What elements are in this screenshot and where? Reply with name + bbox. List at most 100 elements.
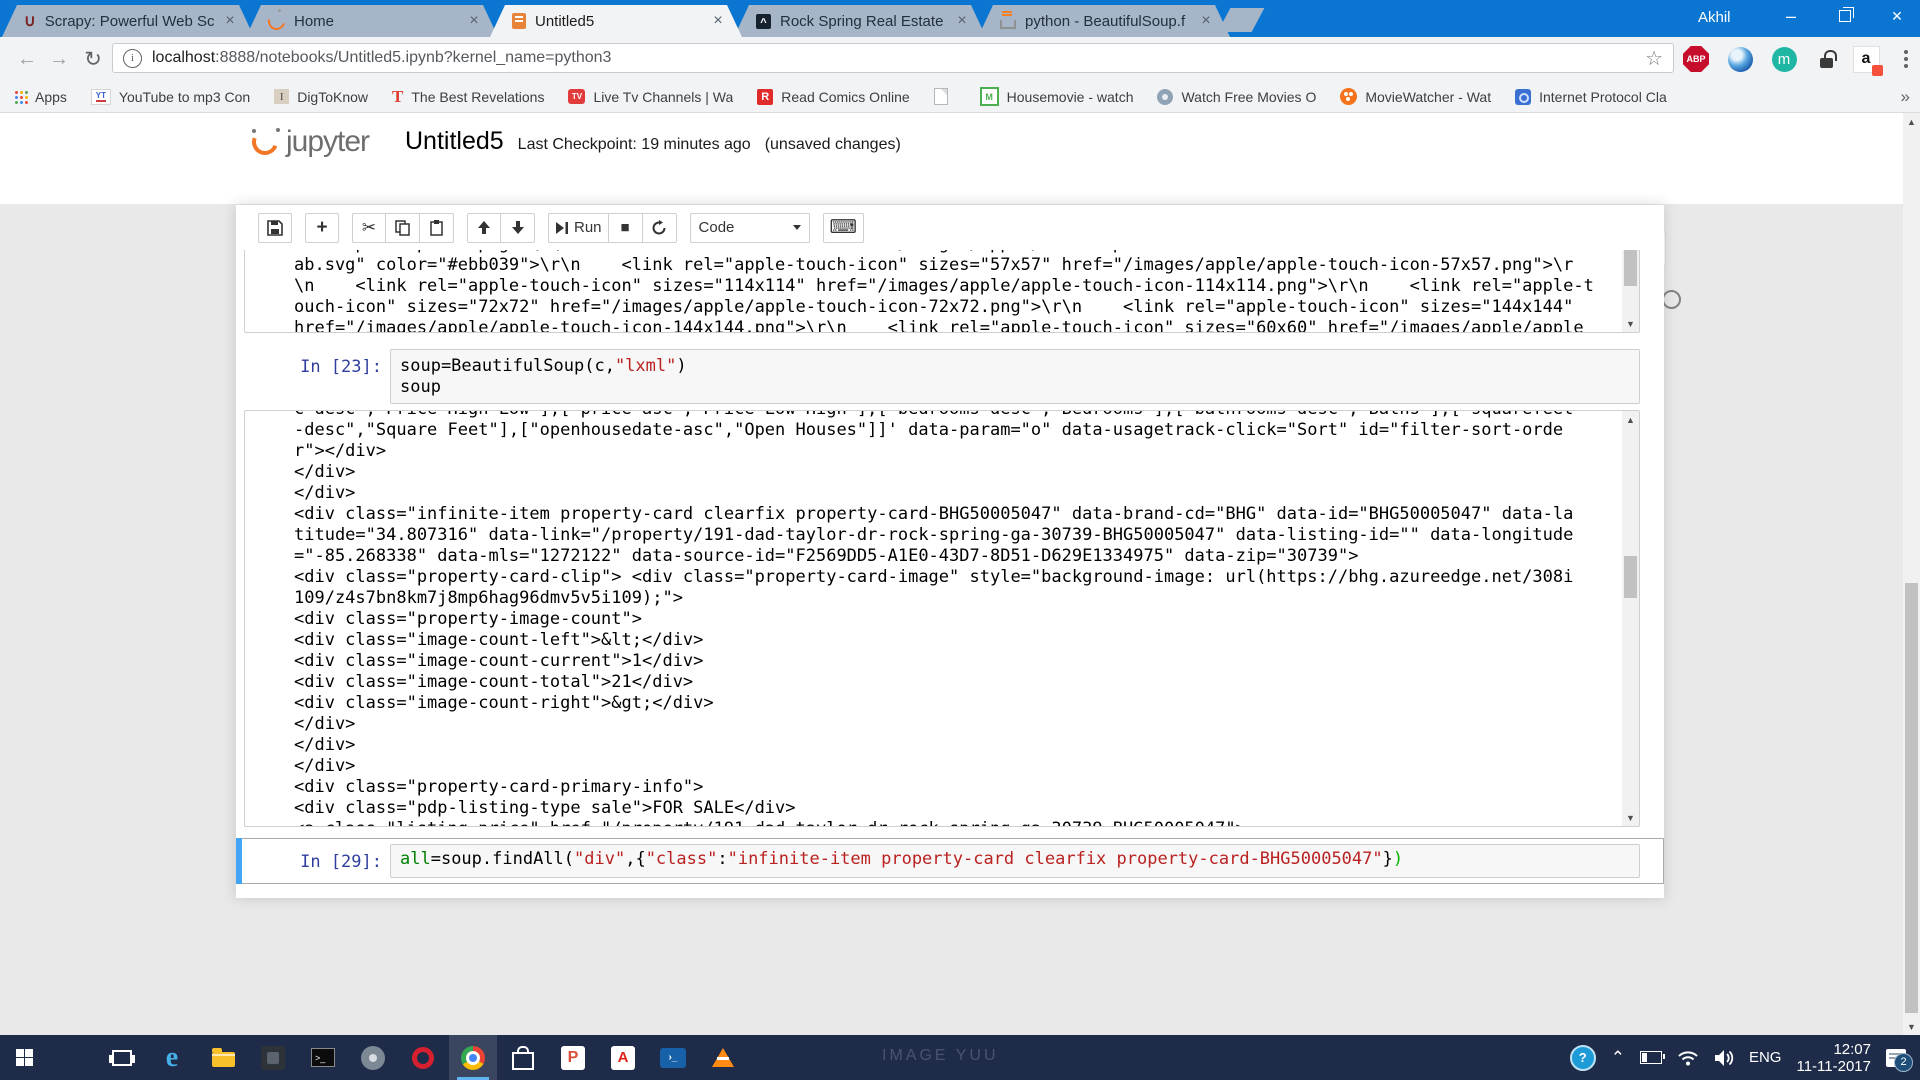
notification-center-button[interactable]: 2 <box>1886 1048 1913 1072</box>
add-cell-button[interactable] <box>305 212 339 243</box>
chrome-button[interactable] <box>449 1035 497 1080</box>
output-text: c-desc","Price High Low"],["price-asc","… <box>294 411 1574 826</box>
browser-profile-name[interactable]: Akhil <box>1698 9 1731 26</box>
close-tab-icon[interactable] <box>952 11 972 31</box>
amazon-assistant-icon[interactable] <box>1852 45 1883 76</box>
close-tab-icon[interactable] <box>1196 11 1216 31</box>
speaker-icon[interactable] <box>1714 1049 1734 1067</box>
jupyter-planet-icon <box>250 127 280 157</box>
pinned-app-button-2[interactable] <box>349 1035 397 1080</box>
new-tab-button[interactable] <box>1217 8 1265 32</box>
scroll-down-icon[interactable]: ▼ <box>1622 809 1639 826</box>
cortana-button[interactable] <box>49 1035 97 1080</box>
tab-stackoverflow[interactable]: python - BeautifulSoup.f <box>978 5 1230 37</box>
bookmark-youtube-mp3[interactable]: YouTube to mp3 Con <box>90 88 250 105</box>
bookmark-best-revelations[interactable]: The Best Revelations <box>392 87 544 107</box>
minimize-button[interactable] <box>1768 0 1814 32</box>
selected-cell-bar <box>236 838 242 884</box>
bookmark-moviewatcher[interactable]: MovieWatcher - Wat <box>1340 88 1491 105</box>
code-cell-23[interactable]: soup=BeautifulSoup(c,"lxml") soup <box>390 349 1640 404</box>
scroll-up-icon[interactable]: ▲ <box>1903 113 1920 130</box>
help-icon[interactable] <box>1569 1044 1596 1071</box>
restore-button[interactable] <box>1822 0 1868 32</box>
output-scrollbar[interactable]: ▲ ▼ <box>1622 411 1639 826</box>
tab-home[interactable]: Home <box>246 5 498 37</box>
torch-extension-icon[interactable] <box>1726 45 1754 73</box>
cell-type-dropdown[interactable]: Code <box>689 212 810 243</box>
adblock-extension-icon[interactable] <box>1682 45 1710 73</box>
forward-button[interactable] <box>44 45 74 73</box>
revelations-icon <box>392 87 403 107</box>
clock[interactable]: 12:07 11-11-2017 <box>1796 1041 1871 1075</box>
close-window-button[interactable] <box>1874 0 1920 32</box>
command-prompt-button[interactable] <box>299 1035 347 1080</box>
apps-shortcut[interactable]: Apps <box>14 89 67 105</box>
bookmark-watch-free-movies[interactable]: Watch Free Movies O <box>1157 88 1316 105</box>
address-bar[interactable]: localhost :8888/notebooks/Untitled5.ipyn… <box>112 43 1674 73</box>
scrollbar-thumb[interactable] <box>1624 248 1637 286</box>
copy-cell-button[interactable] <box>386 212 420 243</box>
acrobat-button[interactable] <box>599 1035 647 1080</box>
close-tab-icon[interactable] <box>464 11 484 31</box>
cut-cell-button[interactable] <box>352 212 386 243</box>
close-tab-icon[interactable] <box>708 11 728 31</box>
start-button[interactable] <box>0 1035 48 1080</box>
chrome-menu-icon[interactable] <box>1892 45 1920 73</box>
task-view-button[interactable] <box>98 1035 146 1080</box>
reload-button[interactable] <box>78 45 108 73</box>
tab-untitled5[interactable]: Untitled5 <box>490 5 742 37</box>
move-cell-down-button[interactable] <box>501 212 535 243</box>
page-info-icon[interactable] <box>123 48 142 68</box>
code-cell-29[interactable]: all=soup.findAll("div",{"class":"infinit… <box>390 844 1640 878</box>
store-button[interactable] <box>499 1035 547 1080</box>
close-tab-icon[interactable] <box>220 11 240 31</box>
bookmarks-overflow-icon[interactable] <box>1901 87 1910 107</box>
input-prompt-29: In [29]: <box>300 852 382 872</box>
powerpoint-button[interactable] <box>549 1035 597 1080</box>
jupyter-logo[interactable]: jupyter <box>250 125 370 159</box>
bookmark-live-tv[interactable]: Live Tv Channels | Wa <box>568 89 733 105</box>
chrome-icon <box>461 1045 485 1070</box>
wifi-icon[interactable] <box>1677 1049 1699 1067</box>
output-scrollbar[interactable]: ▼ <box>1622 248 1639 332</box>
bookmark-internet-protocol[interactable]: Internet Protocol Cla <box>1515 88 1667 105</box>
powerpoint-icon <box>561 1045 585 1070</box>
tray-expand-icon[interactable] <box>1611 1048 1625 1068</box>
edge-button[interactable] <box>148 1035 196 1080</box>
page-icon <box>933 88 948 105</box>
digtoknow-icon <box>274 89 290 104</box>
scroll-down-icon[interactable]: ▼ <box>1622 315 1639 332</box>
pinned-app-button-1[interactable] <box>249 1035 297 1080</box>
page-scrollbar[interactable]: ▲ ▼ <box>1903 113 1920 1035</box>
run-cell-button[interactable]: Run <box>548 212 609 243</box>
bookmark-untitled-page[interactable] <box>933 88 956 105</box>
m-extension-icon[interactable] <box>1770 45 1798 73</box>
back-button[interactable] <box>12 45 42 73</box>
restart-icon <box>652 219 666 234</box>
bookmark-digtoknow[interactable]: DigToKnow <box>274 89 368 105</box>
file-explorer-button[interactable] <box>199 1035 247 1080</box>
vlc-button[interactable] <box>699 1035 747 1080</box>
battery-icon[interactable] <box>1639 1051 1665 1064</box>
arrow-up-icon <box>478 221 490 234</box>
notebook-title[interactable]: Untitled5 <box>405 127 504 156</box>
command-palette-button[interactable] <box>822 212 864 243</box>
tab-scrapy[interactable]: Scrapy: Powerful Web Sc <box>2 5 254 37</box>
save-button[interactable] <box>258 212 292 243</box>
scroll-up-icon[interactable]: ▲ <box>1622 411 1639 428</box>
scrollbar-thumb[interactable] <box>1905 583 1918 1013</box>
opera-button[interactable] <box>399 1035 447 1080</box>
interrupt-kernel-button[interactable] <box>608 212 643 243</box>
bookmark-read-comics[interactable]: Read Comics Online <box>757 88 910 105</box>
restart-kernel-button[interactable] <box>642 212 677 243</box>
tab-rock-spring[interactable]: Rock Spring Real Estate | <box>734 5 986 37</box>
bookmark-housemovie[interactable]: Housemovie - watch <box>979 87 1133 106</box>
paste-cell-button[interactable] <box>420 212 454 243</box>
language-indicator[interactable]: ENG <box>1749 1049 1782 1066</box>
move-cell-up-button[interactable] <box>467 212 501 243</box>
unlock-extension-icon[interactable] <box>1812 45 1840 73</box>
scroll-down-icon[interactable]: ▼ <box>1903 1018 1920 1035</box>
bookmark-star-icon[interactable] <box>1645 46 1663 71</box>
scrollbar-thumb[interactable] <box>1624 556 1637 598</box>
powershell-button[interactable] <box>649 1035 697 1080</box>
